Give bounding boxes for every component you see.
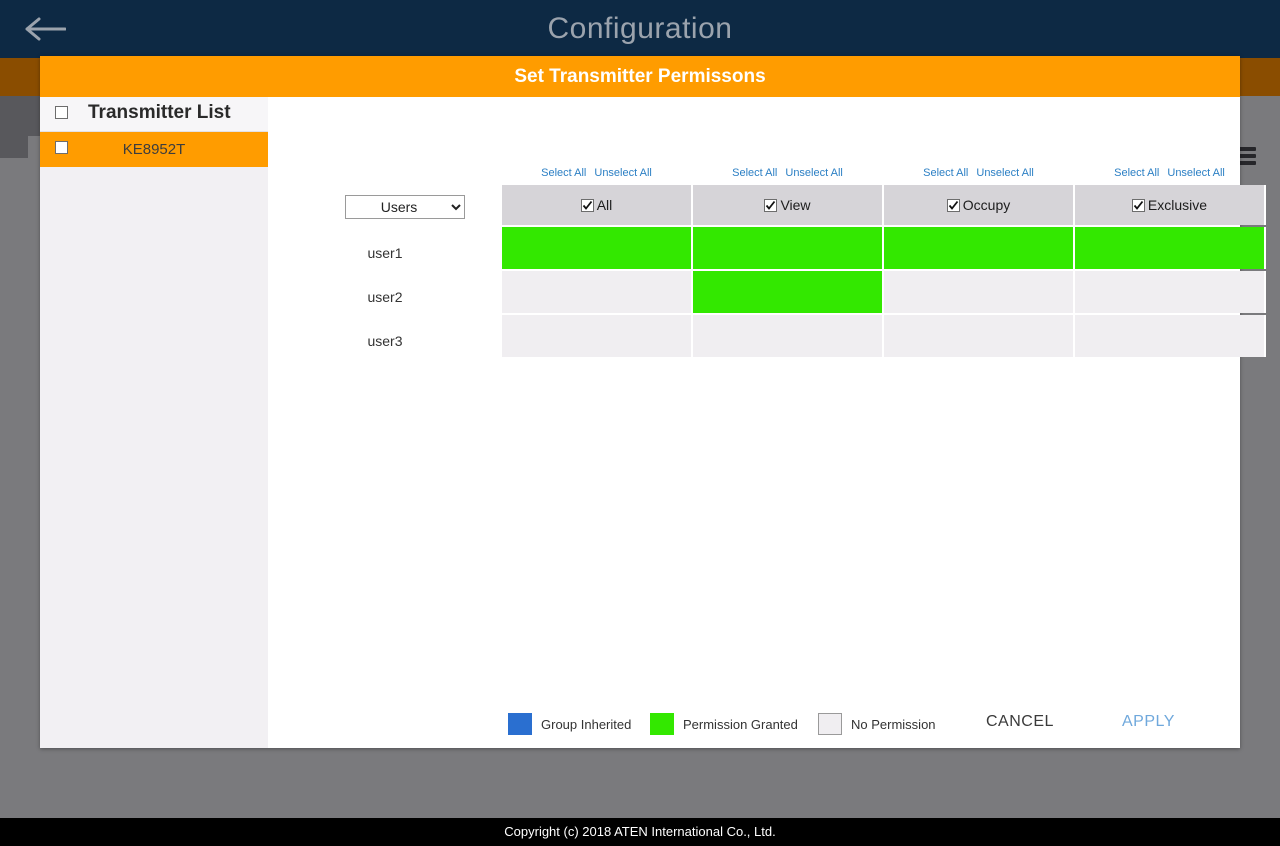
permissions-modal: Set Transmitter Permissons Transmitter L… xyxy=(40,56,1266,748)
apply-button[interactable]: APPLY xyxy=(1122,713,1175,731)
legend-swatch-permission-granted xyxy=(650,713,674,735)
column-label-view: View xyxy=(780,197,811,213)
legend-label-group-inherited: Group Inherited xyxy=(541,717,632,732)
legend-item-no-permission: No Permission xyxy=(818,713,936,735)
transmitter-list-header: Transmitter List xyxy=(40,97,268,132)
column-checkbox-view[interactable] xyxy=(764,199,778,212)
legend-swatch-group-inherited xyxy=(508,713,532,735)
row-label-user3: user3 xyxy=(367,333,403,349)
legend-item-permission-granted: Permission Granted xyxy=(650,713,798,735)
permission-cell-user1-occupy[interactable] xyxy=(884,227,1075,269)
legend-label-no-permission: No Permission xyxy=(851,717,936,732)
cancel-button[interactable]: CANCEL xyxy=(986,713,1054,731)
permission-cell-user1-view[interactable] xyxy=(693,227,884,269)
permission-cell-user2-view[interactable] xyxy=(693,271,884,313)
permission-cell-user1-exclusive[interactable] xyxy=(1075,227,1266,269)
unselect-all-link-exclusive[interactable]: Unselect All xyxy=(1167,167,1224,179)
permission-cell-user2-all[interactable] xyxy=(502,271,693,313)
permission-cell-user2-exclusive[interactable] xyxy=(1075,271,1266,313)
permission-cell-user1-all[interactable] xyxy=(502,227,693,269)
column-header-view[interactable]: View xyxy=(693,185,884,225)
column-header-all[interactable]: All xyxy=(502,185,693,225)
permission-cell-user2-occupy[interactable] xyxy=(884,271,1075,313)
column-header-exclusive[interactable]: Exclusive xyxy=(1075,185,1266,225)
permission-cell-user3-occupy[interactable] xyxy=(884,315,1075,357)
permission-cell-user3-exclusive[interactable] xyxy=(1075,315,1266,357)
title-bar: Configuration xyxy=(0,0,1280,58)
backdrop-dark-block-secondary xyxy=(0,96,28,158)
column-select-links-exclusive: Select All Unselect All xyxy=(1075,167,1264,179)
modal-body: Transmitter List KE8952T UsersGroups use… xyxy=(40,97,1266,748)
legend-swatch-no-permission xyxy=(818,713,842,735)
column-checkbox-all[interactable] xyxy=(580,199,594,212)
transmitter-list-sidebar: Transmitter List KE8952T xyxy=(40,97,268,748)
page-title: Configuration xyxy=(547,12,733,45)
permissions-content: UsersGroups user1 user2 user3 Select All… xyxy=(268,97,1266,748)
transmitter-name-label: KE8952T xyxy=(122,141,186,158)
column-checkbox-occupy[interactable] xyxy=(946,199,960,212)
unselect-all-link-all[interactable]: Unselect All xyxy=(594,167,651,179)
legend-label-permission-granted: Permission Granted xyxy=(683,717,798,732)
unselect-all-link-view[interactable]: Unselect All xyxy=(785,167,842,179)
row-label-user1: user1 xyxy=(367,245,403,261)
modal-title: Set Transmitter Permissons xyxy=(40,56,1240,97)
transmitter-list-title: Transmitter List xyxy=(88,102,231,123)
select-all-link-all[interactable]: Select All xyxy=(541,167,586,179)
column-label-occupy: Occupy xyxy=(962,197,1011,213)
column-select-links-occupy: Select All Unselect All xyxy=(884,167,1073,179)
permission-cell-user3-all[interactable] xyxy=(502,315,693,357)
footer-copyright: Copyright (c) 2018 ATEN International Co… xyxy=(0,818,1280,846)
sidebar-item-transmitter[interactable]: KE8952T xyxy=(40,132,268,167)
row-label-user2: user2 xyxy=(367,289,403,305)
unselect-all-link-occupy[interactable]: Unselect All xyxy=(976,167,1033,179)
screen-root: Configuration Set Transmitter Permissons… xyxy=(0,0,1280,846)
select-all-transmitters-checkbox[interactable] xyxy=(55,106,68,124)
legend-and-actions: Group Inherited Permission Granted No Pe… xyxy=(40,701,1240,743)
column-label-exclusive: Exclusive xyxy=(1147,197,1208,213)
column-label-all: All xyxy=(596,197,613,213)
column-header-occupy[interactable]: Occupy xyxy=(884,185,1075,225)
select-all-link-view[interactable]: Select All xyxy=(732,167,777,179)
user-scope-select[interactable]: UsersGroups xyxy=(345,195,465,219)
column-checkbox-exclusive[interactable] xyxy=(1131,199,1145,212)
select-all-link-exclusive[interactable]: Select All xyxy=(1114,167,1159,179)
legend-item-group-inherited: Group Inherited xyxy=(508,713,631,735)
column-select-links-view: Select All Unselect All xyxy=(693,167,882,179)
select-all-link-occupy[interactable]: Select All xyxy=(923,167,968,179)
permission-cell-user3-view[interactable] xyxy=(693,315,884,357)
column-select-links-all: Select All Unselect All xyxy=(502,167,691,179)
